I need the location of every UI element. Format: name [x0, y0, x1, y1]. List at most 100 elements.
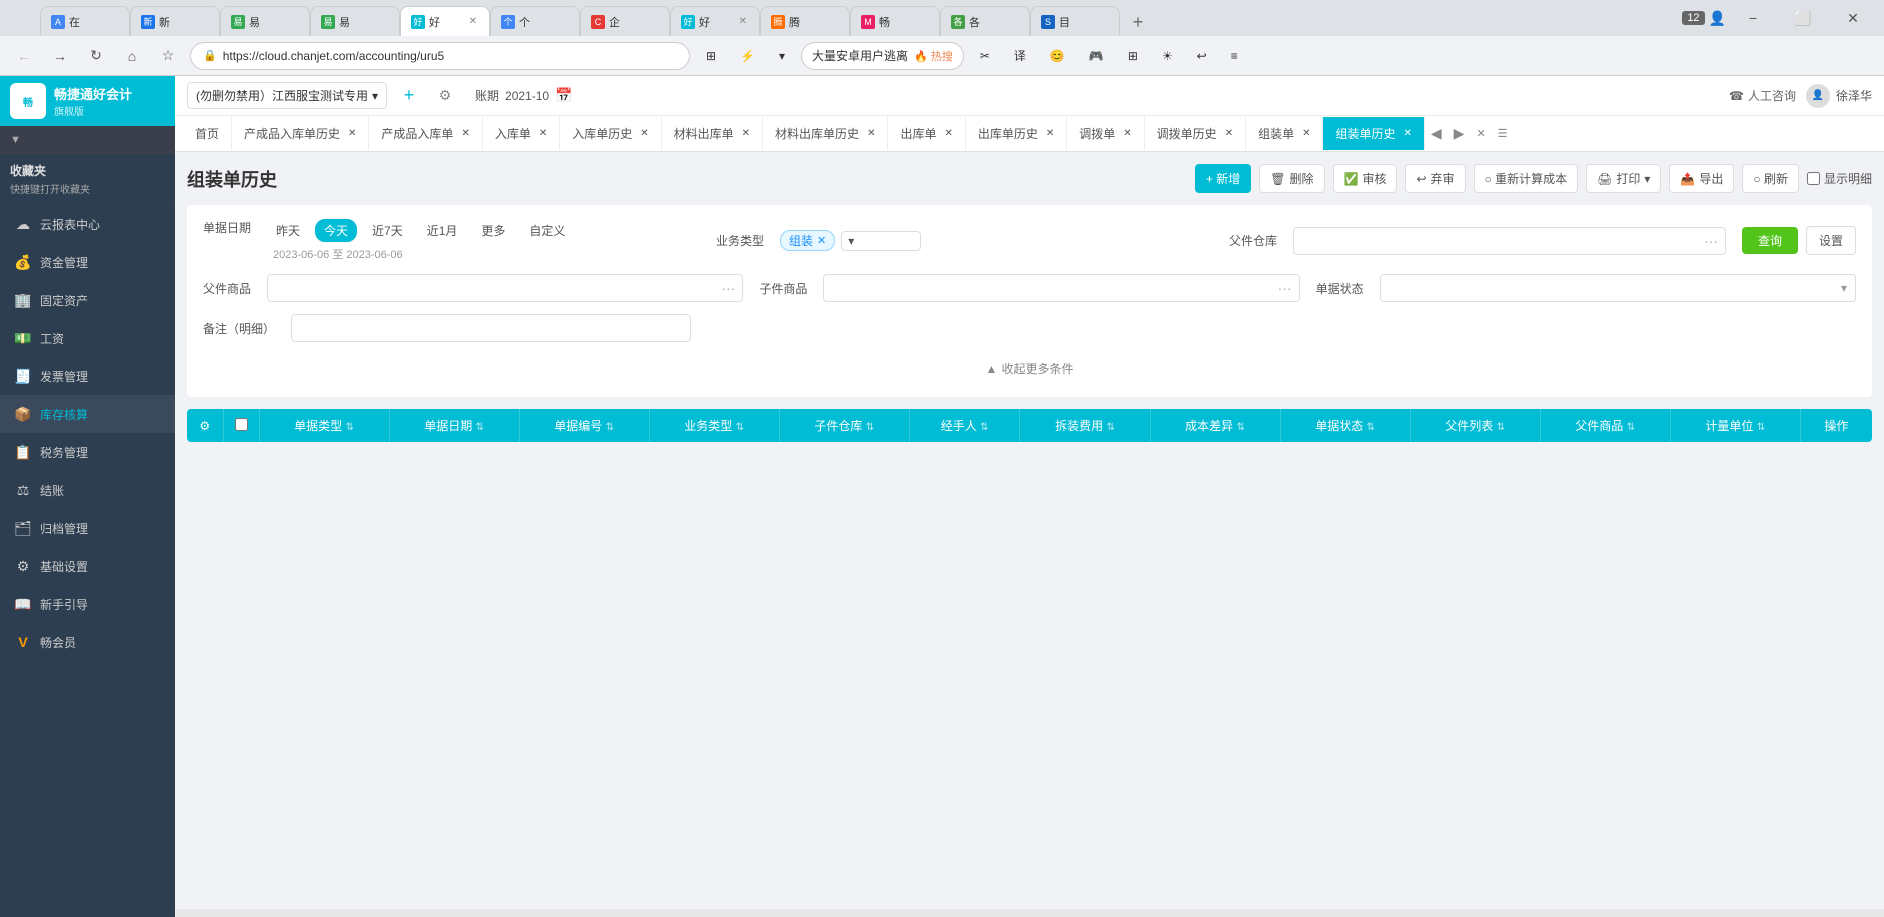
remark-input[interactable]	[291, 314, 691, 342]
tab-extra-menu[interactable]: ☰	[1492, 127, 1514, 140]
undo-button[interactable]: ↩	[1189, 42, 1215, 70]
print-button[interactable]: 🖨 打印 ▾	[1586, 164, 1661, 193]
url-bar[interactable]: 🔒 https://cloud.chanjet.com/accounting/u…	[190, 42, 690, 70]
th-bill-date[interactable]: 单据日期 ⇅	[389, 409, 519, 442]
profile-icon[interactable]: 👤	[1709, 10, 1726, 27]
page-tab-close-3[interactable]: ✕	[539, 128, 547, 139]
minimize-button[interactable]: −	[1730, 0, 1776, 36]
date-yesterday-btn[interactable]: 昨天	[267, 219, 309, 242]
sidebar-item-vip[interactable]: V 畅会员	[0, 623, 175, 661]
collapse-button[interactable]: ▲ 收起更多条件	[203, 354, 1856, 383]
parent-warehouse-input[interactable]	[1293, 227, 1726, 255]
horizontal-scrollbar[interactable]	[175, 909, 1884, 917]
sidebar-item-inventory[interactable]: 📦 库存核算	[0, 395, 175, 433]
th-settings[interactable]: ⚙	[187, 409, 223, 442]
close-all-tabs-button[interactable]: ✕	[1470, 127, 1491, 140]
tab-scroll-right[interactable]: ▶	[1448, 125, 1471, 142]
page-tab-in[interactable]: 入库单 ✕	[483, 117, 560, 150]
browser-tab-3[interactable]: 易 易	[220, 6, 310, 36]
browser-tab-8[interactable]: 腾 腾	[760, 6, 850, 36]
browser-tab-10[interactable]: 各 各	[940, 6, 1030, 36]
page-tab-close-5[interactable]: ✕	[742, 128, 750, 139]
parent-warehouse-more-icon[interactable]: ···	[1700, 231, 1722, 251]
browser-tab-11[interactable]: S 目	[1030, 6, 1120, 36]
browser-tab-7[interactable]: 好 好 ✕	[670, 6, 760, 36]
child-goods-input[interactable]	[823, 274, 1299, 302]
th-child-warehouse[interactable]: 子件仓库 ⇅	[779, 409, 909, 442]
page-tab-close-11[interactable]: ✕	[1302, 128, 1310, 139]
th-unit[interactable]: 计量单位 ⇅	[1670, 409, 1800, 442]
grid-view-button[interactable]: ⊞	[698, 42, 724, 70]
tab-close-7[interactable]: ✕	[737, 16, 749, 27]
refresh-page-button[interactable]: ↻	[82, 42, 110, 70]
calendar-icon[interactable]: 📅	[555, 87, 572, 104]
th-cost-diff[interactable]: 成本差异 ⇅	[1150, 409, 1280, 442]
emoji-button[interactable]: 😊	[1042, 42, 1073, 70]
page-tab-close-12[interactable]: ✕	[1404, 128, 1412, 139]
delete-button[interactable]: 🗑 删除	[1259, 164, 1324, 193]
browser-tab-ai[interactable]: A 在	[40, 6, 130, 36]
date-today-btn[interactable]: 今天	[315, 219, 357, 242]
sidebar-item-settlement[interactable]: ⚖ 结账	[0, 471, 175, 509]
page-tab-material-out-history[interactable]: 材料出库单历史 ✕	[763, 117, 888, 150]
tab-close-active[interactable]: ✕	[467, 16, 479, 27]
sidebar-item-salary[interactable]: 💵 工资	[0, 319, 175, 357]
page-tab-close-10[interactable]: ✕	[1225, 128, 1233, 139]
abandon-button[interactable]: ↩ 弃审	[1405, 164, 1465, 193]
sidebar-item-guide[interactable]: 📖 新手引导	[0, 585, 175, 623]
th-checkbox[interactable]	[223, 409, 259, 442]
page-tab-close-1[interactable]: ✕	[348, 128, 356, 139]
close-button[interactable]: ✕	[1830, 0, 1876, 36]
bookmark-button[interactable]: ☆	[154, 42, 182, 70]
company-settings-button[interactable]: ⚙	[431, 82, 459, 110]
dropdown-button[interactable]: ▾	[771, 42, 793, 70]
menu-button[interactable]: ≡	[1223, 42, 1246, 70]
page-tab-transfer[interactable]: 调拨单 ✕	[1067, 117, 1144, 150]
sidebar-favorites-subtitle[interactable]: 快捷键打开收藏夹	[10, 181, 165, 196]
back-button[interactable]: ←	[10, 42, 38, 70]
forward-button[interactable]: →	[46, 42, 74, 70]
page-tab-product-in-history[interactable]: 产成品入库单历史 ✕	[232, 117, 369, 150]
child-goods-more-icon[interactable]: ···	[1274, 278, 1296, 298]
page-tab-home[interactable]: 首页	[183, 117, 232, 150]
date-7days-btn[interactable]: 近7天	[363, 219, 412, 242]
new-tab-button[interactable]: +	[1124, 8, 1152, 36]
page-tab-product-in[interactable]: 产成品入库单 ✕	[369, 117, 482, 150]
search-bar[interactable]: 大量安卓用户逃离 🔥 热搜	[801, 42, 964, 70]
sidebar-item-invoice[interactable]: 🧾 发票管理	[0, 357, 175, 395]
parent-goods-input[interactable]	[267, 274, 743, 302]
home-button[interactable]: ⌂	[118, 42, 146, 70]
biz-type-dropdown[interactable]: ▾	[841, 231, 921, 251]
sun-button[interactable]: ☀	[1154, 42, 1181, 70]
th-parent-list[interactable]: 父件列表 ⇅	[1410, 409, 1540, 442]
page-tab-in-history[interactable]: 入库单历史 ✕	[560, 117, 661, 150]
display-detail-check[interactable]	[1807, 172, 1820, 185]
date-more-btn[interactable]: 更多	[472, 219, 514, 242]
browser-tab-active[interactable]: 好 好 ✕	[400, 6, 490, 36]
game-button[interactable]: 🎮	[1081, 42, 1112, 70]
parent-goods-more-icon[interactable]: ···	[717, 278, 739, 298]
page-tab-transfer-history[interactable]: 调拨单历史 ✕	[1145, 117, 1246, 150]
page-tab-close-7[interactable]: ✕	[944, 128, 952, 139]
browser-tab-6[interactable]: C 企	[580, 6, 670, 36]
page-tab-close-4[interactable]: ✕	[640, 128, 648, 139]
page-tab-close-9[interactable]: ✕	[1123, 128, 1131, 139]
scissors-button[interactable]: ✂	[972, 42, 998, 70]
tab-scroll-left[interactable]: ◀	[1425, 125, 1448, 142]
display-detail-checkbox[interactable]: 显示明细	[1807, 170, 1872, 187]
company-add-button[interactable]: +	[395, 82, 423, 110]
sidebar-account-selector[interactable]: ▼	[0, 126, 175, 154]
support-button[interactable]: ☎ 人工咨询	[1729, 87, 1796, 104]
th-bill-status[interactable]: 单据状态 ⇅	[1280, 409, 1410, 442]
page-tab-close-6[interactable]: ✕	[867, 128, 875, 139]
sidebar-item-fixed-assets[interactable]: 🏢 固定资产	[0, 281, 175, 319]
add-button[interactable]: + 新增	[1195, 164, 1251, 193]
page-tab-assembly[interactable]: 组装单 ✕	[1246, 117, 1323, 150]
sidebar-item-basic-settings[interactable]: ⚙ 基础设置	[0, 547, 175, 585]
browser-tab-new[interactable]: 新 新	[130, 6, 220, 36]
bill-status-select[interactable]: ▾	[1380, 274, 1856, 302]
th-bill-type[interactable]: 单据类型 ⇅	[259, 409, 389, 442]
browser-tab-4[interactable]: 易 易	[310, 6, 400, 36]
sidebar-item-archive[interactable]: 🗂 归档管理	[0, 509, 175, 547]
audit-button[interactable]: ✅ 审核	[1333, 164, 1398, 193]
